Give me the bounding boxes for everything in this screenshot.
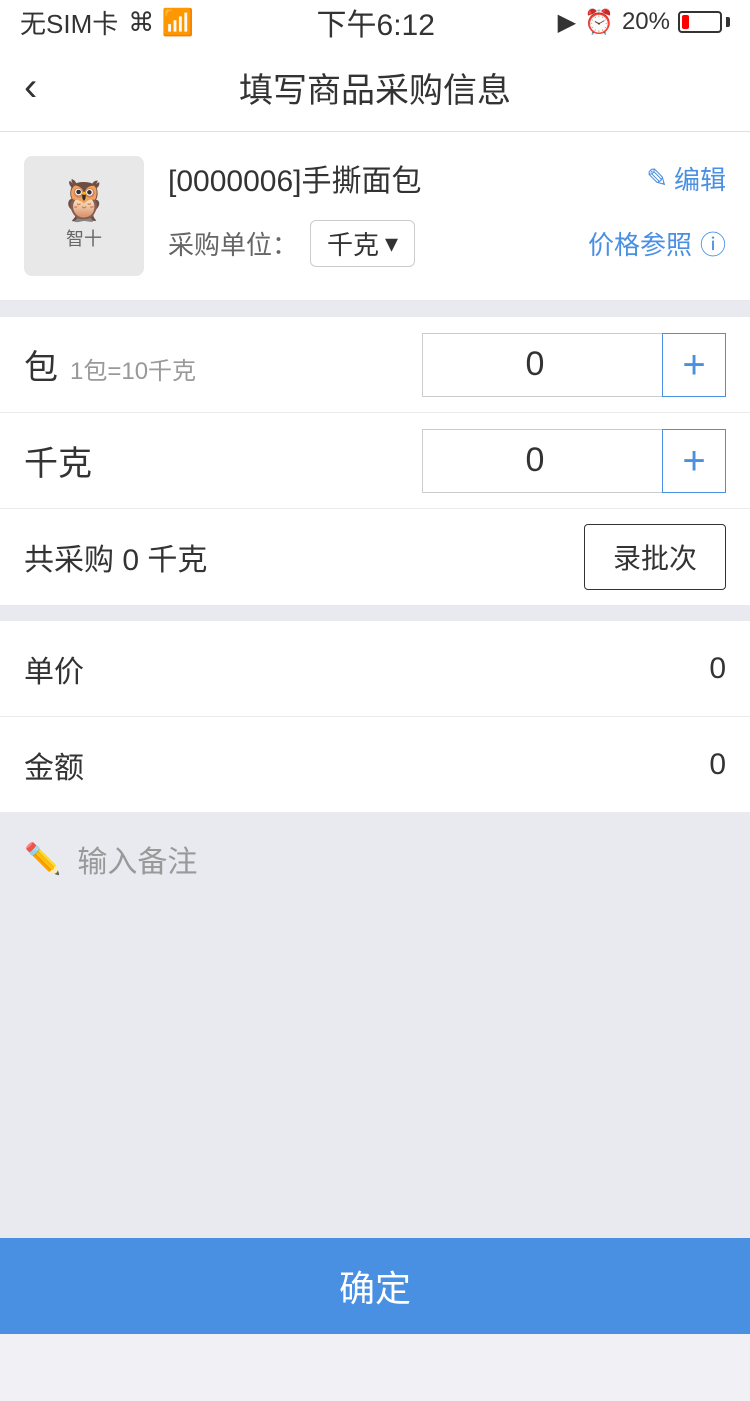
product-card: 🦉 智十 [0000006]手撕面包 ✎ 编辑 采购单位： 千克 xyxy=(0,132,750,301)
batch-button[interactable]: 录批次 xyxy=(584,524,726,590)
amount-label: 金额 xyxy=(24,743,84,787)
status-bar: 无SIM卡 ⌘ 📶 下午6:12 ▶ ⏰ 20% xyxy=(0,0,750,44)
amount-value: 0 xyxy=(709,748,726,782)
location-icon: ▶ xyxy=(558,8,576,37)
note-section[interactable]: ✏️ 输入备注 xyxy=(0,813,750,905)
product-name: [0000006]手撕面包 xyxy=(168,156,421,200)
product-logo-text: 智十 xyxy=(66,225,102,251)
back-button[interactable]: ‹ xyxy=(24,65,37,110)
price-ref-label: 价格参照 xyxy=(588,225,692,262)
alarm-icon: ⏰ xyxy=(584,8,614,37)
product-logo: 🦉 xyxy=(59,181,109,221)
note-placeholder: 输入备注 xyxy=(77,837,197,881)
time-label: 下午6:12 xyxy=(317,0,435,44)
price-ref-button[interactable]: 价格参照 ⓘ xyxy=(588,225,726,262)
kg-input[interactable] xyxy=(422,429,662,493)
page-title: 填写商品采购信息 xyxy=(239,63,511,112)
section-divider-2 xyxy=(0,605,750,621)
status-left: 无SIM卡 ⌘ 📶 xyxy=(20,4,194,41)
pencil-icon: ✏️ xyxy=(24,842,61,877)
wifi-icon: ⌘ 📶 xyxy=(128,7,194,38)
kg-label: 千克 xyxy=(24,436,92,485)
nav-bar: ‹ 填写商品采购信息 xyxy=(0,44,750,132)
unit-select[interactable]: 千克 ▾ xyxy=(310,220,415,267)
help-icon: ⓘ xyxy=(700,225,726,262)
edit-icon: ✎ xyxy=(646,163,668,194)
product-image: 🦉 智十 xyxy=(24,156,144,276)
unit-price-row: 单价 0 xyxy=(0,621,750,717)
bao-row: 包 1包=10千克 + xyxy=(0,317,750,413)
summary-row: 共采购 0 千克 录批次 xyxy=(0,509,750,605)
bao-sub-label: 1包=10千克 xyxy=(70,351,196,386)
edit-label: 编辑 xyxy=(674,160,726,197)
unit-price-label: 单价 xyxy=(24,647,84,691)
kg-plus-button[interactable]: + xyxy=(662,429,726,493)
product-info: [0000006]手撕面包 ✎ 编辑 采购单位： 千克 ▾ xyxy=(168,156,726,267)
purchase-unit-label: 采购单位： xyxy=(168,225,298,262)
status-right: ▶ ⏰ 20% xyxy=(558,8,730,37)
bao-input[interactable] xyxy=(422,333,662,397)
edit-button[interactable]: ✎ 编辑 xyxy=(646,160,726,197)
confirm-button[interactable]: 确定 xyxy=(0,1238,750,1334)
battery-percent: 20% xyxy=(622,8,670,36)
summary-text: 共采购 0 千克 xyxy=(24,535,207,579)
input-section: 包 1包=10千克 + 千克 + xyxy=(0,317,750,509)
chevron-down-icon: ▾ xyxy=(385,228,398,259)
bao-plus-button[interactable]: + xyxy=(662,333,726,397)
kg-row: 千克 + xyxy=(0,413,750,509)
carrier-label: 无SIM卡 xyxy=(20,4,118,41)
unit-price-value: 0 xyxy=(709,652,726,686)
battery-icon xyxy=(678,11,730,33)
unit-value: 千克 xyxy=(327,225,379,262)
section-divider-1 xyxy=(0,301,750,317)
bao-label: 包 xyxy=(24,340,58,389)
amount-row: 金额 0 xyxy=(0,717,750,813)
price-section: 单价 0 金额 0 xyxy=(0,621,750,813)
